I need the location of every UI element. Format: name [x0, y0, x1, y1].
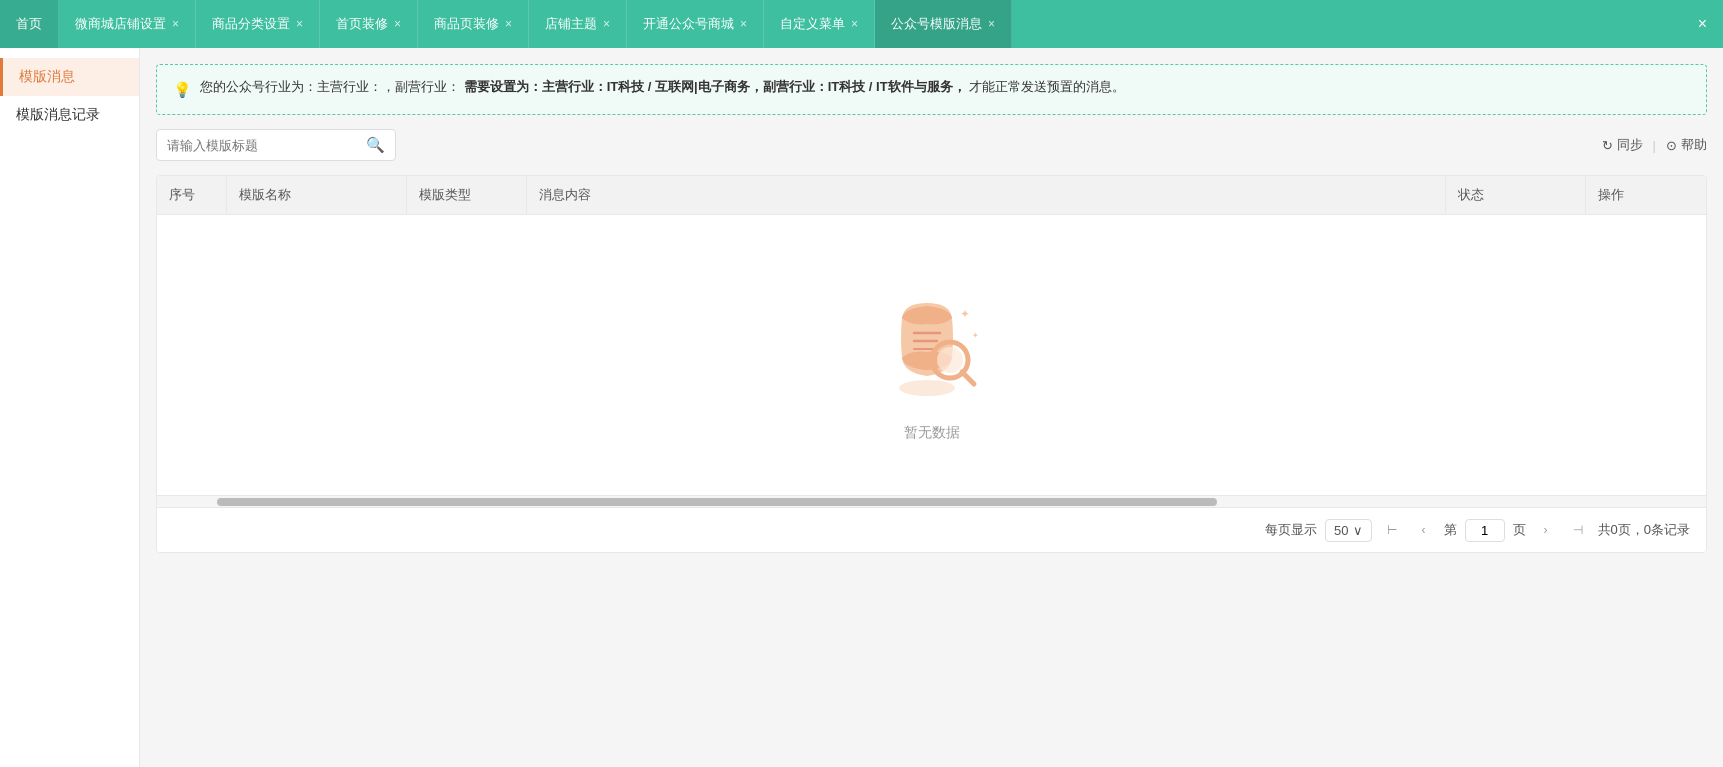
nav-tab-store-settings[interactable]: 微商城店铺设置 × — [59, 0, 196, 48]
action-divider: | — [1653, 138, 1656, 153]
page-size-value: 50 — [1334, 523, 1348, 538]
nav-tab-home[interactable]: 首页 — [0, 0, 59, 48]
help-button[interactable]: ⊙ 帮助 — [1666, 136, 1707, 154]
svg-line-6 — [962, 372, 974, 384]
nav-tab-category-settings-close[interactable]: × — [296, 17, 303, 31]
empty-icon: ✦ ✦ — [872, 288, 992, 408]
nav-tab-product-decor-label: 商品页装修 — [434, 15, 499, 33]
page-size-select[interactable]: 50 ∨ — [1325, 519, 1371, 542]
sidebar: 模版消息 模版消息记录 — [0, 48, 140, 767]
notice-highlight: 需要设置为：主营行业：IT科技 / 互联网|电子商务，副营行业：IT科技 / I… — [464, 79, 966, 94]
top-nav: 首页 微商城店铺设置 × 商品分类设置 × 首页装修 × 商品页装修 × 店铺主… — [0, 0, 1723, 48]
page-input[interactable] — [1465, 519, 1505, 542]
nav-tab-template-msg-label: 公众号模版消息 — [891, 15, 982, 33]
total-info: 共0页，0条记录 — [1598, 521, 1690, 539]
page-prev-button[interactable]: ‹ — [1412, 518, 1436, 542]
svg-point-5 — [937, 347, 963, 373]
nav-tab-category-settings[interactable]: 商品分类设置 × — [196, 0, 320, 48]
search-button[interactable]: 🔍 — [356, 130, 395, 160]
pagination-row: 每页显示 50 ∨ ⊢ ‹ 第 页 › ⊣ 共0页，0条记录 — [157, 507, 1706, 552]
sync-button[interactable]: ↻ 同步 — [1602, 136, 1643, 154]
nav-tab-homepage-decor-label: 首页装修 — [336, 15, 388, 33]
table-wrap: 序号 模版名称 模版类型 消息内容 状态 操作 — [156, 175, 1707, 553]
nav-tab-open-store[interactable]: 开通公众号商城 × — [627, 0, 764, 48]
search-input-wrap: 🔍 — [156, 129, 396, 161]
nav-tab-product-decor-close[interactable]: × — [505, 17, 512, 31]
nav-tab-template-msg[interactable]: 公众号模版消息 × — [875, 0, 1012, 48]
nav-tab-store-theme-close[interactable]: × — [603, 17, 610, 31]
nav-tab-template-msg-close[interactable]: × — [988, 17, 995, 31]
sync-icon: ↻ — [1602, 138, 1613, 153]
page-size-label: 每页显示 — [1265, 521, 1317, 539]
th-name: 模版名称 — [227, 176, 407, 214]
page-size-chevron-icon: ∨ — [1353, 523, 1363, 538]
empty-state: ✦ ✦ 暂无数据 — [157, 215, 1706, 495]
scrollbar-area[interactable] — [157, 495, 1706, 507]
scrollbar-thumb[interactable] — [217, 498, 1217, 506]
sidebar-item-template-msg[interactable]: 模版消息 — [0, 58, 139, 96]
nav-tab-custom-menu-label: 自定义菜单 — [780, 15, 845, 33]
search-input[interactable] — [157, 132, 356, 159]
help-icon: ⊙ — [1666, 138, 1677, 153]
nav-tab-home-label: 首页 — [16, 15, 42, 33]
nav-tab-store-theme[interactable]: 店铺主题 × — [529, 0, 627, 48]
nav-tab-store-settings-close[interactable]: × — [172, 17, 179, 31]
table-header: 序号 模版名称 模版类型 消息内容 状态 操作 — [157, 176, 1706, 215]
nav-tab-open-store-close[interactable]: × — [740, 17, 747, 31]
page-next-button[interactable]: › — [1534, 518, 1558, 542]
sidebar-item-template-msg-record[interactable]: 模版消息记录 — [0, 96, 139, 134]
th-status: 状态 — [1446, 176, 1586, 214]
search-row: 🔍 ↻ 同步 | ⊙ 帮助 — [156, 129, 1707, 161]
th-action: 操作 — [1586, 176, 1706, 214]
notice-icon: 💡 — [173, 78, 192, 102]
nav-tab-store-theme-label: 店铺主题 — [545, 15, 597, 33]
empty-text: 暂无数据 — [904, 424, 960, 442]
nav-tab-store-settings-label: 微商城店铺设置 — [75, 15, 166, 33]
page-last-button[interactable]: ⊣ — [1566, 518, 1590, 542]
main-layout: 模版消息 模版消息记录 💡 您的公众号行业为：主营行业：，副营行业： 需要设置为… — [0, 48, 1723, 767]
nav-close-all-button[interactable]: × — [1682, 0, 1723, 48]
current-page-prefix: 第 — [1444, 521, 1457, 539]
svg-point-0 — [899, 380, 955, 396]
svg-text:✦: ✦ — [960, 307, 970, 321]
th-index: 序号 — [157, 176, 227, 214]
right-actions: ↻ 同步 | ⊙ 帮助 — [1602, 136, 1707, 154]
nav-tab-homepage-decor-close[interactable]: × — [394, 17, 401, 31]
close-all-icon: × — [1698, 15, 1707, 33]
search-icon: 🔍 — [366, 136, 385, 153]
notice-box: 💡 您的公众号行业为：主营行业：，副营行业： 需要设置为：主营行业：IT科技 /… — [156, 64, 1707, 115]
current-page-suffix: 页 — [1513, 521, 1526, 539]
nav-tab-custom-menu[interactable]: 自定义菜单 × — [764, 0, 875, 48]
content-area: 💡 您的公众号行业为：主营行业：，副营行业： 需要设置为：主营行业：IT科技 /… — [140, 48, 1723, 767]
th-type: 模版类型 — [407, 176, 527, 214]
nav-tab-product-decor[interactable]: 商品页装修 × — [418, 0, 529, 48]
page-first-button[interactable]: ⊢ — [1380, 518, 1404, 542]
nav-tab-open-store-label: 开通公众号商城 — [643, 15, 734, 33]
nav-tab-category-settings-label: 商品分类设置 — [212, 15, 290, 33]
th-content: 消息内容 — [527, 176, 1446, 214]
notice-text: 您的公众号行业为：主营行业：，副营行业： 需要设置为：主营行业：IT科技 / 互… — [200, 77, 1125, 98]
nav-tab-custom-menu-close[interactable]: × — [851, 17, 858, 31]
nav-tab-homepage-decor[interactable]: 首页装修 × — [320, 0, 418, 48]
svg-text:✦: ✦ — [972, 331, 979, 340]
